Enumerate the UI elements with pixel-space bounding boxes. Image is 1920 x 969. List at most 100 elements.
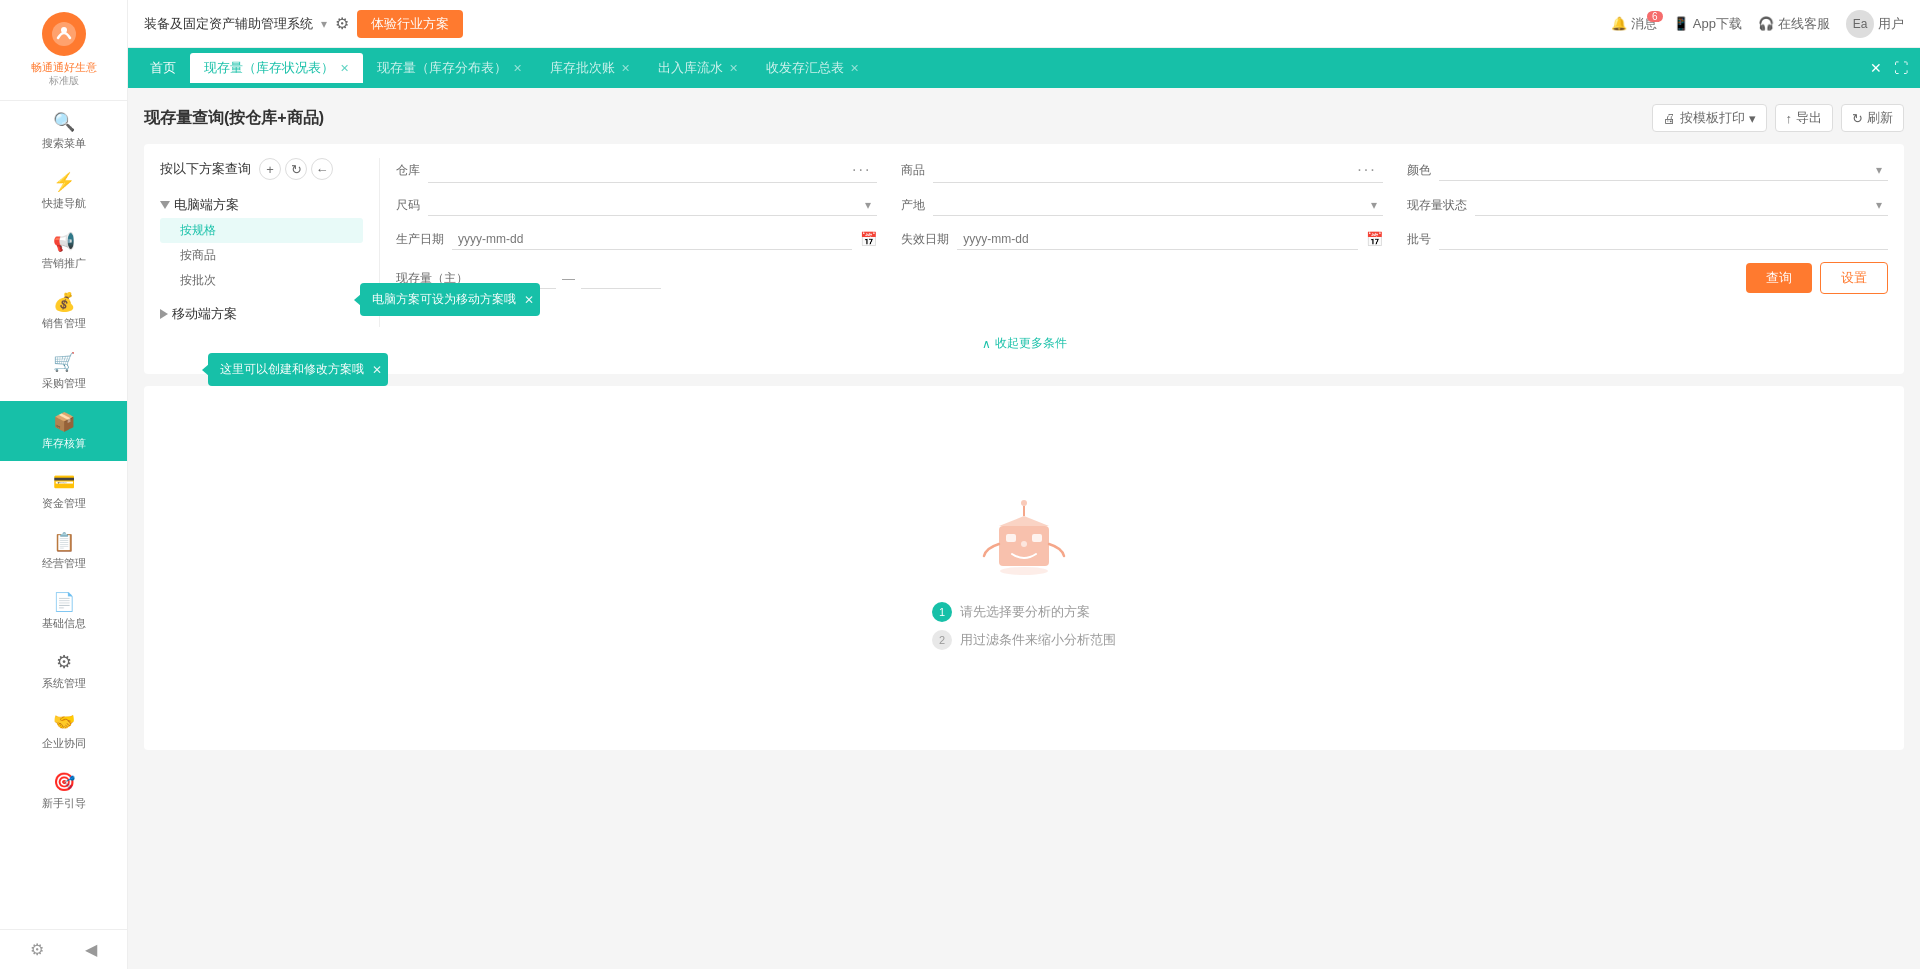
expiry-date-input[interactable]: [957, 229, 1357, 250]
sidebar-item-label: 资金管理: [42, 496, 86, 511]
maximize-btn[interactable]: ⛶: [1890, 58, 1912, 78]
tab-home[interactable]: 首页: [136, 53, 190, 83]
sidebar-item-marketing[interactable]: 📢 营销推广: [0, 221, 127, 281]
notification-btn[interactable]: 🔔 消息 6: [1611, 15, 1657, 33]
settings-gear-icon[interactable]: ⚙: [335, 14, 349, 33]
tabs-bar: 首页 现存量（库存状况表） ✕ 现存量（库存分布表） ✕ 库存批次账 ✕ 出入库…: [128, 48, 1920, 88]
tab-inout-flow[interactable]: 出入库流水 ✕: [644, 53, 752, 83]
export-icon: ↑: [1786, 111, 1793, 126]
close-all-tabs-btn[interactable]: ✕: [1866, 58, 1886, 78]
online-support-btn[interactable]: 🎧 在线客服: [1758, 15, 1830, 33]
filter-label: 按以下方案查询: [160, 160, 251, 178]
industry-plan-button[interactable]: 体验行业方案: [357, 10, 463, 38]
empty-filter-col2: [901, 262, 1382, 294]
pc-scheme-header[interactable]: 电脑端方案: [160, 192, 363, 218]
app-download-btn[interactable]: 📱 App下载: [1673, 15, 1742, 33]
settings-bottom-btn[interactable]: ⚙: [30, 940, 44, 959]
sidebar-item-enterprise[interactable]: 🤝 企业协同: [0, 701, 127, 761]
tabs-right-controls: ✕ ⛶: [1866, 58, 1912, 78]
goods-select[interactable]: ···: [933, 158, 1382, 183]
sidebar-item-search[interactable]: 🔍 搜索菜单: [0, 101, 127, 161]
tab-batch-account[interactable]: 库存批次账 ✕: [536, 53, 644, 83]
search-icon: 🔍: [53, 111, 75, 133]
stock-status-select[interactable]: ▾: [1475, 195, 1888, 216]
warehouse-select[interactable]: ···: [428, 158, 877, 183]
size-select[interactable]: ▾: [428, 195, 877, 216]
tooltip1-close-btn[interactable]: ✕: [524, 293, 534, 307]
collapse-sidebar-btn[interactable]: ◀: [85, 940, 97, 959]
filter-action-buttons: + ↻ ←: [259, 158, 333, 180]
sidebar-item-label: 采购管理: [42, 376, 86, 391]
sidebar-item-quick[interactable]: ⚡ 快捷导航: [0, 161, 127, 221]
step-1-text: 请先选择要分析的方案: [960, 603, 1090, 621]
filter-header: 按以下方案查询 + ↻ ←: [160, 158, 363, 180]
user-menu[interactable]: Ea 用户: [1846, 10, 1904, 38]
tab-close-icon[interactable]: ✕: [729, 62, 738, 75]
add-scheme-btn[interactable]: +: [259, 158, 281, 180]
reset-button[interactable]: 设置: [1820, 262, 1888, 294]
refresh-btn[interactable]: ↻ 刷新: [1841, 104, 1904, 132]
chevron-down-icon: ▾: [1371, 198, 1377, 212]
step-num-2: 2: [932, 630, 952, 650]
batch-no-input[interactable]: [1439, 228, 1888, 250]
bell-icon: 🔔: [1611, 16, 1627, 31]
inventory-icon: 📦: [53, 411, 75, 433]
sidebar-item-label: 经营管理: [42, 556, 86, 571]
sidebar-item-purchase[interactable]: 🛒 采购管理: [0, 341, 127, 401]
tab-close-icon[interactable]: ✕: [340, 62, 349, 75]
production-date-input[interactable]: [452, 229, 852, 250]
mobile-scheme-header[interactable]: 移动端方案: [160, 301, 363, 327]
sidebar-item-operation[interactable]: 📋 经营管理: [0, 521, 127, 581]
filter-row-2: 尺码 ▾ 产地 ▾: [396, 195, 1888, 216]
scheme-item-batch[interactable]: 按批次: [160, 268, 363, 293]
tab-close-icon[interactable]: ✕: [850, 62, 859, 75]
scheme-item-all-goods[interactable]: 按商品: [160, 243, 363, 268]
goods-label: 商品: [901, 162, 925, 179]
printer-icon: 🖨: [1663, 111, 1676, 126]
sidebar-item-basic[interactable]: 📄 基础信息: [0, 581, 127, 641]
user-label: 用户: [1878, 15, 1904, 33]
origin-select[interactable]: ▾: [933, 195, 1382, 216]
calendar-icon[interactable]: 📅: [1366, 231, 1383, 247]
svg-point-8: [1021, 500, 1027, 506]
tab-inventory-dist[interactable]: 现存量（库存分布表） ✕: [363, 53, 536, 83]
export-btn[interactable]: ↑ 导出: [1775, 104, 1834, 132]
prev-scheme-btn[interactable]: ←: [311, 158, 333, 180]
header-left: 装备及固定资产辅助管理系统 ▾ ⚙ 体验行业方案: [144, 10, 463, 38]
sidebar-item-sales[interactable]: 💰 销售管理: [0, 281, 127, 341]
filter-row-4: 现存量（主） — 查询 设置: [396, 262, 1888, 294]
scheme-item-pc[interactable]: 按规格: [160, 218, 363, 243]
notification-badge: 6: [1647, 11, 1663, 22]
tab-close-icon[interactable]: ✕: [513, 62, 522, 75]
calendar-icon[interactable]: 📅: [860, 231, 877, 247]
search-button[interactable]: 查询: [1746, 263, 1812, 293]
stock-status-field: 现存量状态 ▾: [1407, 195, 1888, 216]
sidebar-item-guide[interactable]: 🎯 新手引导: [0, 761, 127, 821]
system-icon: ⚙: [56, 651, 72, 673]
empty-state: 1 请先选择要分析的方案 2 用过滤条件来缩小分析范围: [144, 426, 1904, 710]
tab-label: 收发存汇总表: [766, 59, 844, 77]
tab-inventory-status[interactable]: 现存量（库存状况表） ✕: [190, 53, 363, 83]
operation-icon: 📋: [53, 531, 75, 553]
batch-no-label: 批号: [1407, 231, 1431, 248]
sidebar-item-label: 营销推广: [42, 256, 86, 271]
tooltip2-close-btn[interactable]: ✕: [372, 363, 382, 377]
sidebar-item-inventory[interactable]: 📦 库存核算: [0, 401, 127, 461]
production-date-field: 生产日期 📅: [396, 228, 877, 250]
refresh-scheme-btn[interactable]: ↻: [285, 158, 307, 180]
header-right: 🔔 消息 6 📱 App下载 🎧 在线客服 Ea 用户: [1611, 10, 1904, 38]
filter-row-1: 仓库 ··· 商品 ···: [396, 158, 1888, 183]
empty-state-panel: 1 请先选择要分析的方案 2 用过滤条件来缩小分析范围: [144, 386, 1904, 750]
logo-area: 畅通通好生意 标准版: [0, 0, 127, 101]
tab-close-icon[interactable]: ✕: [621, 62, 630, 75]
expiry-date-field: 失效日期 📅: [901, 228, 1382, 250]
system-dropdown-icon[interactable]: ▾: [321, 17, 327, 31]
collapse-bar[interactable]: ∧ 收起更多条件: [160, 327, 1888, 360]
sidebar-item-system[interactable]: ⚙ 系统管理: [0, 641, 127, 701]
stock-range-max-input[interactable]: [581, 267, 661, 289]
tab-collect-summary[interactable]: 收发存汇总表 ✕: [752, 53, 873, 83]
print-template-btn[interactable]: 🖨 按模板打印 ▾: [1652, 104, 1767, 132]
mobile-scheme-label: 移动端方案: [172, 305, 237, 323]
color-select[interactable]: ▾: [1439, 160, 1888, 181]
sidebar-item-finance[interactable]: 💳 资金管理: [0, 461, 127, 521]
